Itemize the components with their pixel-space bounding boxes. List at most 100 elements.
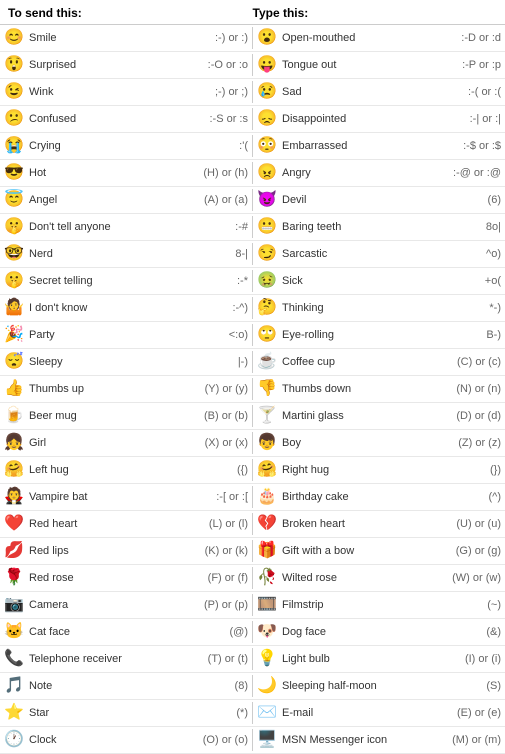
left-code: (8) xyxy=(235,680,248,692)
table-row: 🤫 Secret telling :-* 🤢 Sick +o( xyxy=(0,268,505,295)
left-emoji: 😲 xyxy=(4,55,24,75)
table-row: ❤️ Red heart (L) or (l) 💔 Broken heart (… xyxy=(0,511,505,538)
left-name: Cat face xyxy=(29,626,230,638)
right-name: Sarcastic xyxy=(282,248,486,260)
right-cell: 🥀 Wilted rose (W) or (w) xyxy=(253,567,505,589)
right-emoji: 😏 xyxy=(257,244,277,264)
table-header: To send this: Type this: xyxy=(0,0,505,25)
left-code: (L) or (l) xyxy=(209,518,248,530)
left-cell: 🌹 Red rose (F) or (f) xyxy=(0,567,252,589)
table-row: 💋 Red lips (K) or (k) 🎁 Gift with a bow … xyxy=(0,538,505,565)
left-code: <:o) xyxy=(229,329,248,341)
right-name: Sleeping half-moon xyxy=(282,680,486,692)
right-cell: ✉️ E-mail (E) or (e) xyxy=(253,702,505,724)
right-name: Disappointed xyxy=(282,113,470,125)
right-code: (C) or (c) xyxy=(457,356,501,368)
left-name: Hot xyxy=(29,167,203,179)
table-row: 🎉 Party <:o) 🙄 Eye-rolling B-) xyxy=(0,322,505,349)
right-cell: 😬 Baring teeth 8o| xyxy=(253,216,505,238)
left-emoji: 🤓 xyxy=(4,244,24,264)
left-emoji: ❤️ xyxy=(4,514,24,534)
table-row: ⭐ Star (*) ✉️ E-mail (E) or (e) xyxy=(0,700,505,727)
right-cell: 😢 Sad :-( or :( xyxy=(253,81,505,103)
table-row: 😊 Smile :-) or :) 😮 Open-mouthed :-D or … xyxy=(0,25,505,52)
left-code: (O) or (o) xyxy=(203,734,248,746)
right-emoji: 🎁 xyxy=(257,541,277,561)
table-row: 😕 Confused :-S or :s 😞 Disappointed :-| … xyxy=(0,106,505,133)
left-code: :-O or :o xyxy=(208,59,248,71)
left-code: (F) or (f) xyxy=(208,572,248,584)
right-code: ^o) xyxy=(486,248,501,260)
right-cell: 🖥️ MSN Messenger icon (M) or (m) xyxy=(253,729,505,751)
left-name: Sleepy xyxy=(29,356,238,368)
right-emoji: 😠 xyxy=(257,163,277,183)
right-code: (Z) or (z) xyxy=(458,437,501,449)
right-code: (}) xyxy=(490,464,501,476)
left-code: :-^) xyxy=(232,302,248,314)
right-cell: 🐶 Dog face (&) xyxy=(253,621,505,643)
right-name: MSN Messenger icon xyxy=(282,734,452,746)
right-code: 8o| xyxy=(486,221,501,233)
left-cell: 🕐 Clock (O) or (o) xyxy=(0,729,252,751)
left-cell: 📞 Telephone receiver (T) or (t) xyxy=(0,648,252,670)
right-name: Sad xyxy=(282,86,468,98)
right-cell: 🍸 Martini glass (D) or (d) xyxy=(253,405,505,427)
right-cell: 🎂 Birthday cake (^) xyxy=(253,486,505,508)
right-emoji: 😢 xyxy=(257,82,277,102)
table-row: 😎 Hot (H) or (h) 😠 Angry :-@ or :@ xyxy=(0,160,505,187)
right-name: Coffee cup xyxy=(282,356,457,368)
right-emoji: 😮 xyxy=(257,28,277,48)
right-cell: 🤢 Sick +o( xyxy=(253,270,505,292)
table-row: 🕐 Clock (O) or (o) 🖥️ MSN Messenger icon… xyxy=(0,727,505,754)
left-emoji: 🌹 xyxy=(4,568,24,588)
right-emoji: 😛 xyxy=(257,55,277,75)
right-name: Dog face xyxy=(282,626,486,638)
right-code: (N) or (n) xyxy=(456,383,501,395)
right-code: :-D or :d xyxy=(461,32,501,44)
left-cell: 🤷 I don't know :-^) xyxy=(0,297,252,319)
right-cell: 💡 Light bulb (I) or (i) xyxy=(253,648,505,670)
right-code: (~) xyxy=(487,599,501,611)
left-code: :-# xyxy=(235,221,248,233)
left-name: Nerd xyxy=(29,248,235,260)
right-code: *-) xyxy=(489,302,501,314)
left-emoji: 🧛 xyxy=(4,487,24,507)
right-emoji: 🐶 xyxy=(257,622,277,642)
table-row: 😉 Wink ;-) or ;) 😢 Sad :-( or :( xyxy=(0,79,505,106)
left-emoji: 🤫 xyxy=(4,217,24,237)
left-code: 8-| xyxy=(235,248,248,260)
right-code: B-) xyxy=(486,329,501,341)
left-emoji: 😇 xyxy=(4,190,24,210)
left-emoji: 🎵 xyxy=(4,676,24,696)
left-name: Party xyxy=(29,329,229,341)
left-emoji: 😕 xyxy=(4,109,24,129)
table-row: 🤗 Left hug ({) 🤗 Right hug (}) xyxy=(0,457,505,484)
right-emoji: 🎂 xyxy=(257,487,277,507)
right-emoji: 🌙 xyxy=(257,676,277,696)
right-code: (M) or (m) xyxy=(452,734,501,746)
table-row: 👍 Thumbs up (Y) or (y) 👎 Thumbs down (N)… xyxy=(0,376,505,403)
main-container: To send this: Type this: 😊 Smile :-) or … xyxy=(0,0,505,754)
left-cell: 😭 Crying :'( xyxy=(0,135,252,157)
right-code: (E) or (e) xyxy=(457,707,501,719)
left-code: (K) or (k) xyxy=(205,545,248,557)
right-name: Light bulb xyxy=(282,653,465,665)
left-cell: 😉 Wink ;-) or ;) xyxy=(0,81,252,103)
left-emoji: 😭 xyxy=(4,136,24,156)
left-cell: ⭐ Star (*) xyxy=(0,702,252,724)
left-name: Vampire bat xyxy=(29,491,216,503)
left-emoji: ⭐ xyxy=(4,703,24,723)
left-code: |-) xyxy=(238,356,248,368)
right-cell: 😈 Devil (6) xyxy=(253,189,505,211)
right-name: Open-mouthed xyxy=(282,32,461,44)
emoji-table: 😊 Smile :-) or :) 😮 Open-mouthed :-D or … xyxy=(0,25,505,754)
right-emoji: 🥀 xyxy=(257,568,277,588)
left-name: Angel xyxy=(29,194,204,206)
right-emoji: 🎞️ xyxy=(257,595,277,615)
left-emoji: 👍 xyxy=(4,379,24,399)
left-cell: 👧 Girl (X) or (x) xyxy=(0,432,252,454)
right-code: :-P or :p xyxy=(462,59,501,71)
right-name: Sick xyxy=(282,275,485,287)
left-emoji: 📷 xyxy=(4,595,24,615)
left-name: Girl xyxy=(29,437,205,449)
